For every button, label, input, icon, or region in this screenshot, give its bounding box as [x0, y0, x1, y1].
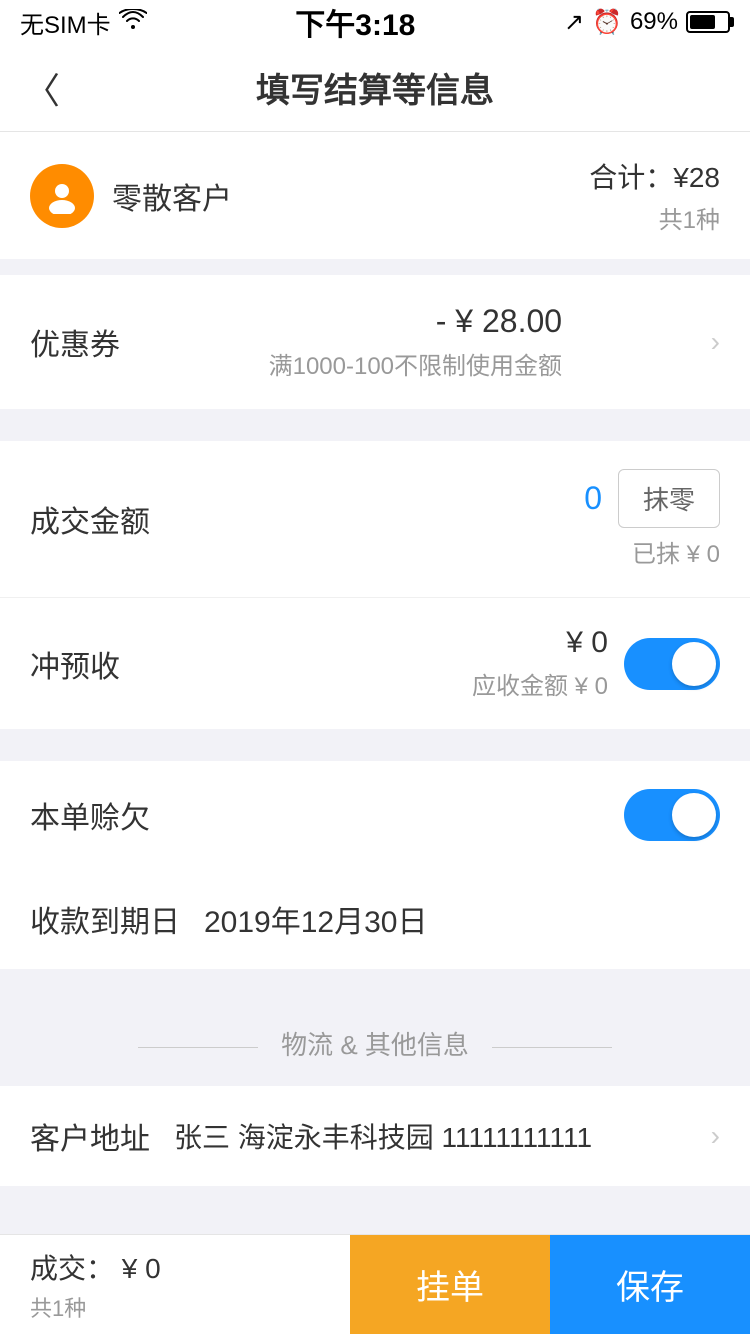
back-button[interactable]: 〈: [24, 62, 60, 114]
address-label: 客户地址: [30, 1114, 150, 1158]
due-date-label: 收款到期日: [30, 897, 180, 941]
status-left: 无SIM卡: [20, 5, 147, 40]
debt-row: 本单赊欠: [0, 761, 750, 869]
content: 零散客户 合计：¥28 共1种 优惠券 - ¥ 28.00 满1000-100不…: [0, 132, 750, 1306]
total-amount: 合计：¥28: [589, 156, 720, 196]
prepayment-label: 冲预收: [30, 642, 120, 686]
status-bar: 无SIM卡 下午3:18 ↗ ⏰ 69%: [0, 0, 750, 44]
coupon-label: 优惠券: [30, 320, 120, 364]
prepayment-receivable: 应收金额 ¥ 0: [472, 666, 608, 701]
total-count: 共1种: [589, 200, 720, 235]
debt-section: 本单赊欠 收款到期日 2019年12月30日: [0, 761, 750, 969]
address-row[interactable]: 客户地址 张三 海淀永丰科技园 11111111111 ›: [0, 1086, 750, 1186]
save-button[interactable]: 保存: [550, 1235, 750, 1334]
nav-bar: 〈 填写结算等信息: [0, 44, 750, 132]
coupon-section: 优惠券 - ¥ 28.00 满1000-100不限制使用金额 ›: [0, 275, 750, 409]
round-button[interactable]: 抹零: [618, 469, 720, 528]
bottom-count: 共1种: [30, 1291, 350, 1323]
bottom-summary: 成交： ¥ 0 共1种: [0, 1247, 350, 1323]
coupon-description: 满1000-100不限制使用金额: [269, 346, 562, 381]
deal-row: 成交金额 0 抹零 已抹 ¥ 0: [0, 441, 750, 597]
deal-inline: 0 抹零: [584, 469, 720, 528]
hold-button[interactable]: 挂单: [350, 1235, 550, 1334]
battery-pct: 69%: [630, 8, 678, 36]
battery-icon: [686, 11, 730, 33]
wifi-icon: [119, 8, 147, 36]
section-divider-3: [0, 985, 750, 1001]
avatar: [30, 164, 94, 228]
debt-toggle[interactable]: [624, 789, 720, 841]
section-divider-1: [0, 425, 750, 441]
sim-label: 无SIM卡: [20, 5, 111, 40]
coupon-discount: - ¥ 28.00: [436, 303, 562, 340]
bottom-deal: 成交： ¥ 0: [30, 1247, 350, 1287]
debt-label: 本单赊欠: [30, 793, 150, 837]
coupon-row[interactable]: 优惠券 - ¥ 28.00 满1000-100不限制使用金额 ›: [0, 275, 750, 409]
already-rounded: 已抹 ¥ 0: [632, 534, 720, 569]
customer-left: 零散客户: [30, 164, 232, 228]
coupon-right: - ¥ 28.00 满1000-100不限制使用金额: [269, 303, 562, 381]
deal-value[interactable]: 0: [584, 480, 602, 517]
due-date-row[interactable]: 收款到期日 2019年12月30日: [0, 869, 750, 969]
prepayment-row: 冲预收 ¥ 0 应收金额 ¥ 0: [0, 597, 750, 729]
bottom-deal-value: ¥ 0: [122, 1253, 161, 1284]
address-chevron: ›: [711, 1120, 720, 1152]
coupon-chevron: ›: [711, 326, 720, 358]
prepayment-value: ¥ 0: [566, 626, 608, 660]
deal-section: 成交金额 0 抹零 已抹 ¥ 0 冲预收 ¥ 0 应收金额 ¥ 0: [0, 441, 750, 729]
customer-name: 零散客户: [112, 174, 232, 218]
prepayment-right: ¥ 0 应收金额 ¥ 0: [472, 626, 720, 701]
page-title: 填写结算等信息: [256, 63, 494, 112]
deal-right: 0 抹零 已抹 ¥ 0: [584, 469, 720, 569]
deal-label: 成交金额: [30, 497, 150, 541]
section-divider-2: [0, 745, 750, 761]
alarm-icon: ⏰: [592, 8, 622, 37]
due-date-value: 2019年12月30日: [204, 897, 427, 941]
bottom-deal-label: 成交：: [30, 1253, 114, 1284]
logistics-section: 物流 & 其他信息: [0, 1001, 750, 1086]
status-right: ↗ ⏰ 69%: [564, 8, 730, 37]
prepayment-toggle[interactable]: [624, 638, 720, 690]
debt-toggle-knob: [672, 793, 716, 837]
address-value: 张三 海淀永丰科技园 11111111111: [174, 1116, 687, 1156]
toggle-knob: [672, 642, 716, 686]
bottom-bar: 成交： ¥ 0 共1种 挂单 保存: [0, 1234, 750, 1334]
prepayment-values: ¥ 0 应收金额 ¥ 0: [472, 626, 608, 701]
customer-summary: 合计：¥28 共1种: [589, 156, 720, 235]
logistics-label: 物流 & 其他信息: [281, 1030, 469, 1060]
status-time: 下午3:18: [295, 0, 415, 44]
customer-row: 零散客户 合计：¥28 共1种: [0, 132, 750, 259]
location-icon: ↗: [564, 8, 584, 37]
